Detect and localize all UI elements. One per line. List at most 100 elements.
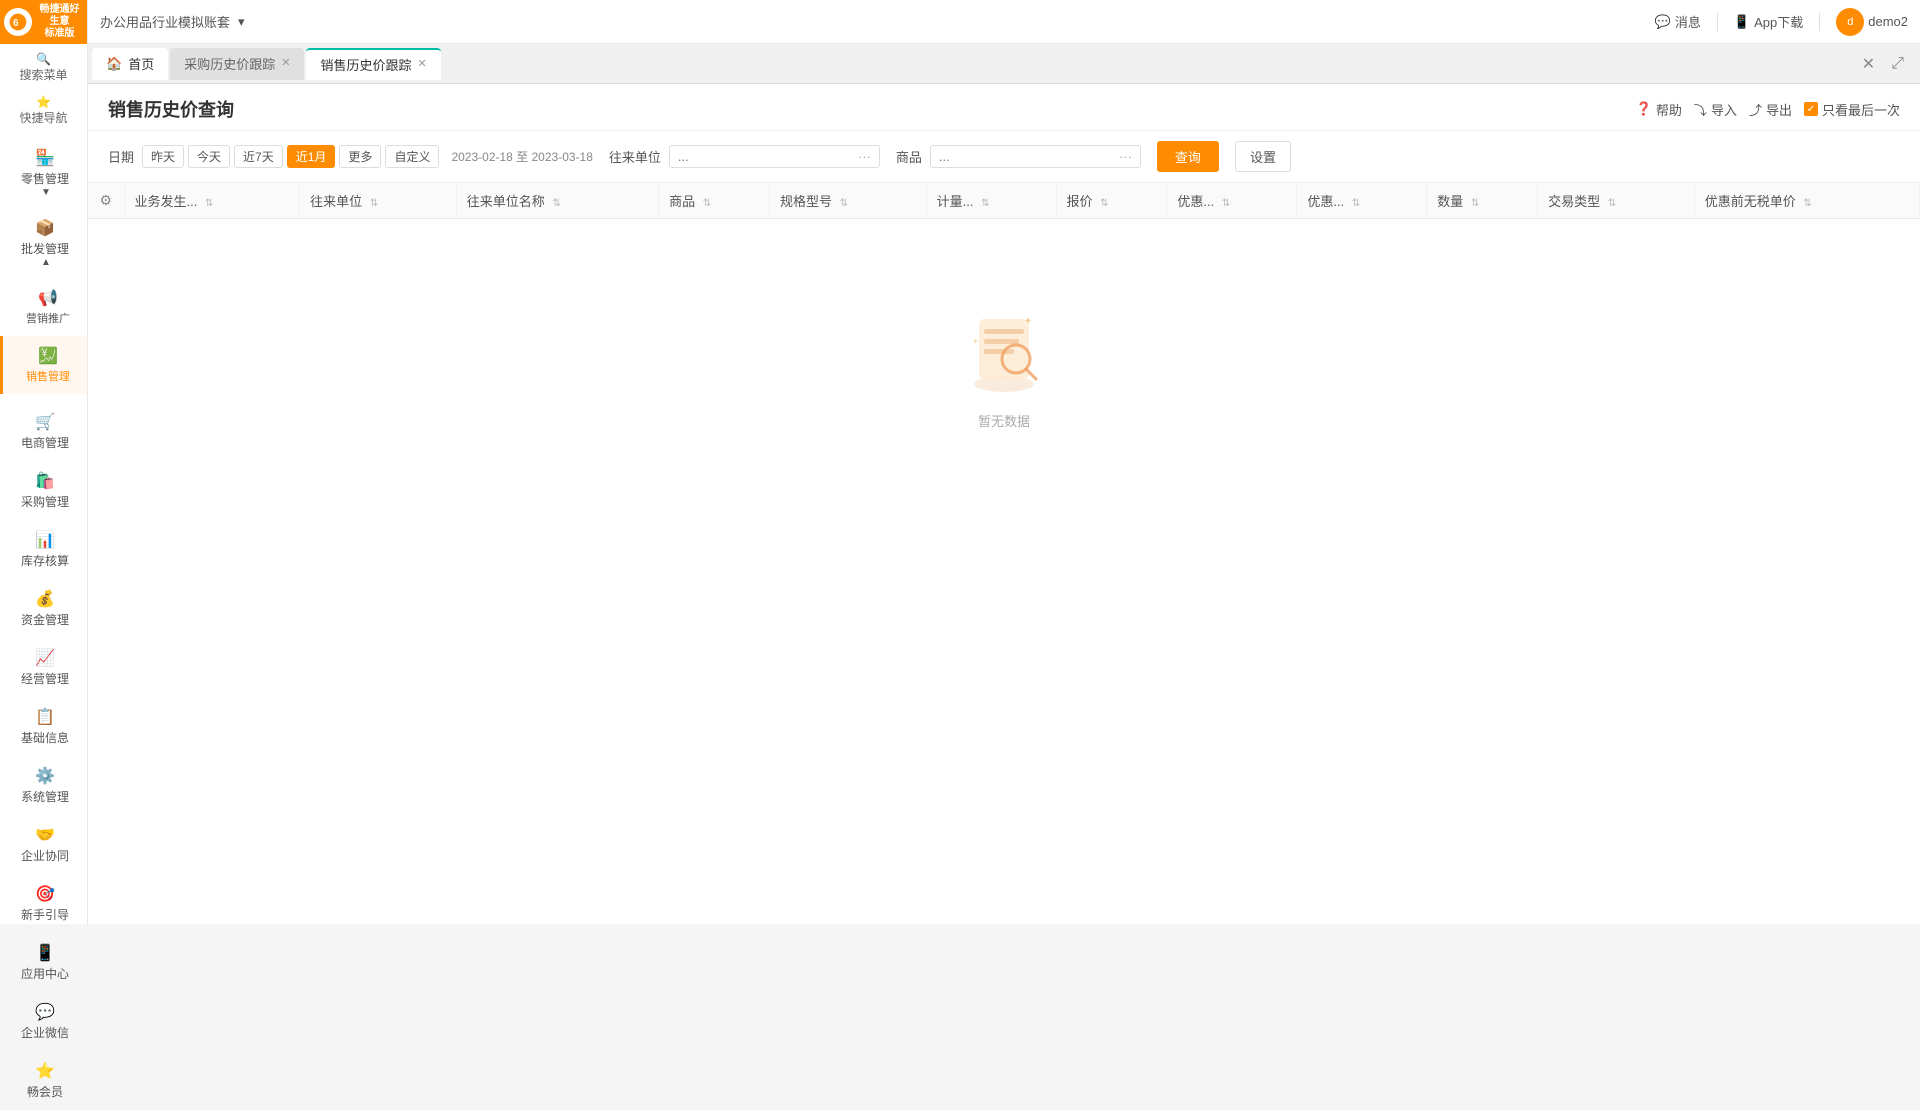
sort-discount1: ⇅ xyxy=(1222,198,1230,209)
sidebar-item-collab[interactable]: 🤝 企业协同 xyxy=(0,815,87,874)
sidebar-item-inventory[interactable]: 📊 库存核算 xyxy=(0,520,87,579)
sidebar-item-system[interactable]: ⚙️ 系统管理 xyxy=(0,756,87,815)
sort-product: ⇅ xyxy=(703,198,711,209)
product-input[interactable] xyxy=(939,149,1115,164)
inventory-icon: 📊 xyxy=(35,530,55,550)
topbar: 办公用品行业模拟账套 ▾ 💬 消息 📱 App下载 d demo2 xyxy=(88,0,1920,44)
tab-home[interactable]: 🏠 首页 xyxy=(92,48,168,80)
date-btn-today[interactable]: 今天 xyxy=(188,145,230,168)
basic-info-icon: 📋 xyxy=(35,707,55,727)
col-product[interactable]: 商品 ⇅ xyxy=(659,183,770,219)
export-icon: ⤴ xyxy=(1749,100,1762,119)
settings-button[interactable]: 设置 xyxy=(1235,141,1291,172)
sidebar-item-guide[interactable]: 🎯 新手引导 xyxy=(0,874,87,933)
svg-text:6: 6 xyxy=(13,18,19,29)
sidebar-search[interactable]: 🔍 搜索菜单 xyxy=(0,44,87,87)
col-unit[interactable]: 计量... ⇅ xyxy=(926,183,1056,219)
help-icon: ❓ xyxy=(1636,101,1652,117)
col-partner-name[interactable]: 往来单位名称 ⇅ xyxy=(456,183,658,219)
query-button[interactable]: 查询 xyxy=(1157,141,1219,172)
date-btn-1month[interactable]: 近1月 xyxy=(287,145,336,168)
purchase-icon: 🛍️ xyxy=(35,471,55,491)
wholesale-arrow: ▲ xyxy=(41,257,51,268)
star-icon: ⭐ xyxy=(36,95,51,109)
app-name: 畅捷通好生意 标准版 xyxy=(36,4,83,40)
import-icon: ⤵ xyxy=(1694,100,1707,119)
sales-icon: 💹 xyxy=(38,346,58,366)
import-btn[interactable]: ⤵ 导入 xyxy=(1694,100,1737,119)
user-profile-btn[interactable]: d demo2 xyxy=(1836,8,1908,36)
col-discount1[interactable]: 优惠... ⇅ xyxy=(1167,183,1297,219)
tab-sales-close[interactable]: ✕ xyxy=(417,59,426,70)
col-spec[interactable]: 规格型号 ⇅ xyxy=(769,183,926,219)
col-quote[interactable]: 报价 ⇅ xyxy=(1056,183,1167,219)
col-biz-date[interactable]: 业务发生... ⇅ xyxy=(124,183,300,219)
workspace-dropdown[interactable]: ▾ xyxy=(238,14,245,30)
tab-purchase-history[interactable]: 采购历史价跟踪 ✕ xyxy=(170,48,304,80)
sidebar-item-enterprise-wechat[interactable]: 💬 企业微信 xyxy=(0,992,87,1051)
col-quantity[interactable]: 数量 ⇅ xyxy=(1427,183,1538,219)
apps-icon: 📱 xyxy=(35,943,55,963)
app-download-btn[interactable]: 📱 App下载 xyxy=(1734,12,1803,31)
sort-partner-name: ⇅ xyxy=(552,198,560,209)
tab-purchase-close[interactable]: ✕ xyxy=(281,58,290,69)
date-btn-7days[interactable]: 近7天 xyxy=(234,145,283,168)
col-discount2[interactable]: 优惠... ⇅ xyxy=(1297,183,1427,219)
close-all-tabs-btn[interactable]: ✕ xyxy=(1858,52,1879,76)
topbar-right: 💬 消息 📱 App下载 d demo2 xyxy=(1655,8,1908,36)
partner-dots-btn[interactable]: ··· xyxy=(858,149,871,164)
sidebar-item-purchase[interactable]: 🛍️ 采购管理 xyxy=(0,461,87,520)
operations-icon: 📈 xyxy=(35,648,55,668)
maximize-btn[interactable]: ⤢ xyxy=(1887,53,1908,75)
sidebar-item-wholesale[interactable]: 📦 批发管理 ▲ xyxy=(0,208,87,278)
col-trade-type[interactable]: 交易类型 ⇅ xyxy=(1538,183,1695,219)
message-btn[interactable]: 💬 消息 xyxy=(1655,12,1701,31)
tabbar: 🏠 首页 采购历史价跟踪 ✕ 销售历史价跟踪 ✕ ✕ ⤢ xyxy=(88,44,1920,84)
table-container: ⚙ 业务发生... ⇅ 往来单位 ⇅ 往来单位名称 ⇅ xyxy=(88,183,1920,924)
empty-illustration: ✦ ✦ xyxy=(954,299,1054,399)
tab-sales-history[interactable]: 销售历史价跟踪 ✕ xyxy=(306,48,440,80)
filter-bar: 日期 昨天 今天 近7天 近1月 更多 自定义 2023-02-18 至 202… xyxy=(88,131,1920,183)
sidebar-quick-nav[interactable]: ⭐ 快捷导航 xyxy=(0,87,87,130)
date-range-text: 2023-02-18 至 2023-03-18 xyxy=(451,148,592,165)
col-partner-code[interactable]: 往来单位 ⇅ xyxy=(300,183,457,219)
product-filter-group: 商品 ··· xyxy=(896,145,1141,168)
help-btn[interactable]: ❓ 帮助 xyxy=(1636,100,1682,119)
sidebar-item-retail[interactable]: 🏪 零售管理 ▼ xyxy=(0,138,87,208)
date-btn-more[interactable]: 更多 xyxy=(339,145,381,168)
sidebar-item-basic-info[interactable]: 📋 基础信息 xyxy=(0,697,87,756)
enterprise-wechat-icon: 💬 xyxy=(35,1002,55,1022)
app-logo: 6 畅捷通好生意 标准版 xyxy=(0,0,87,44)
sidebar-item-sales[interactable]: 💹 销售管理 xyxy=(0,336,87,394)
table-settings-icon[interactable]: ⚙ xyxy=(99,192,112,208)
partner-input[interactable] xyxy=(678,149,854,164)
product-dots-btn[interactable]: ··· xyxy=(1119,149,1132,164)
date-btn-custom[interactable]: 自定义 xyxy=(385,145,439,168)
sort-unit: ⇅ xyxy=(981,198,989,209)
topbar-separator-1 xyxy=(1717,13,1718,31)
sidebar-item-ecommerce[interactable]: 🛒 电商管理 xyxy=(0,402,87,461)
sidebar: 6 畅捷通好生意 标准版 🔍 搜索菜单 ⭐ 快捷导航 🏪 零售管理 ▼ 📦 批发… xyxy=(0,0,88,924)
col-pretax-price[interactable]: 优惠前无税单价 ⇅ xyxy=(1694,183,1919,219)
empty-text: 暂无数据 xyxy=(978,411,1030,430)
retail-icon: 🏪 xyxy=(35,148,55,168)
partner-filter-label: 往来单位 xyxy=(609,147,661,166)
sidebar-item-members[interactable]: ⭐ 畅会员 xyxy=(0,1051,87,1110)
sort-quantity: ⇅ xyxy=(1471,198,1479,209)
finance-icon: 💰 xyxy=(35,589,55,609)
sidebar-item-marketing[interactable]: 📢 营销推广 xyxy=(0,278,87,336)
export-btn[interactable]: ⤴ 导出 xyxy=(1749,100,1792,119)
date-filter-label: 日期 xyxy=(108,147,134,166)
sidebar-item-finance[interactable]: 💰 资金管理 xyxy=(0,579,87,638)
sidebar-item-apps[interactable]: 📱 应用中心 xyxy=(0,933,87,992)
table-header-row: ⚙ 业务发生... ⇅ 往来单位 ⇅ 往来单位名称 ⇅ xyxy=(88,183,1920,219)
svg-text:✦: ✦ xyxy=(972,337,979,346)
col-settings: ⚙ xyxy=(88,183,124,219)
date-btn-yesterday[interactable]: 昨天 xyxy=(142,145,184,168)
page-content: 销售历史价查询 ❓ 帮助 ⤵ 导入 ⤴ 导出 ✓ 只看最后一次 xyxy=(88,84,1920,924)
sidebar-item-operations[interactable]: 📈 经营管理 xyxy=(0,638,87,697)
main-container: 办公用品行业模拟账套 ▾ 💬 消息 📱 App下载 d demo2 🏠 首页 xyxy=(88,0,1920,924)
only-last-checkbox[interactable]: ✓ 只看最后一次 xyxy=(1804,100,1900,119)
guide-icon: 🎯 xyxy=(35,884,55,904)
sort-quote: ⇅ xyxy=(1100,198,1108,209)
